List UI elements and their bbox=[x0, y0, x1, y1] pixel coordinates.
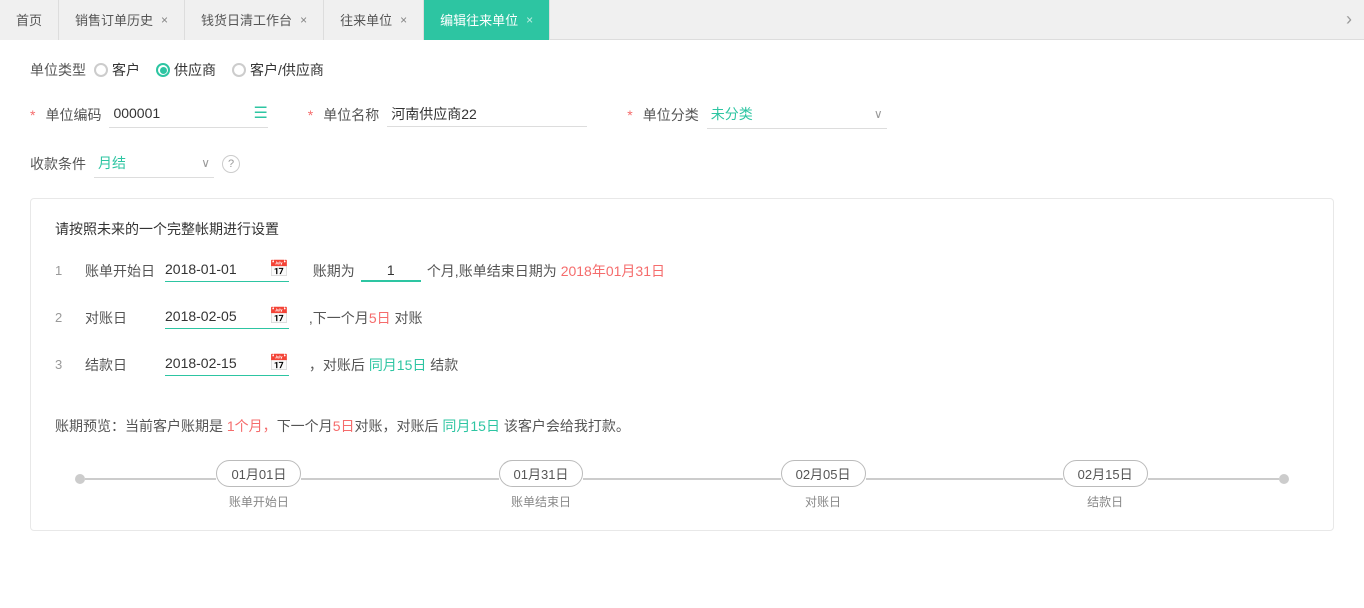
row-2-desc: ,下一个月5日 对账 bbox=[309, 308, 423, 328]
timeline-start-dot bbox=[75, 474, 85, 484]
unit-type-field: 单位类型 客户 供应商 客户/供应商 bbox=[30, 60, 324, 80]
close-edit-partner[interactable]: × bbox=[526, 13, 533, 27]
payment-term-value: 月结 bbox=[98, 153, 201, 173]
unit-name-input[interactable] bbox=[387, 102, 587, 127]
row-3-number: 3 bbox=[55, 357, 85, 372]
preview-text: 账期预览：当前客户账期是 1个月，下一个月5日对账，对账后 同月15日 该客户会… bbox=[55, 416, 1309, 436]
timeline-end-dot bbox=[1279, 474, 1289, 484]
unit-type-row: 单位类型 客户 供应商 客户/供应商 bbox=[30, 60, 1334, 80]
radio-circle-supplier bbox=[156, 63, 170, 77]
row-2-label: 对账日 bbox=[85, 308, 165, 328]
row-1-period-unit: 个月,账单结束日期为 bbox=[427, 261, 557, 281]
close-cashflow[interactable]: × bbox=[300, 13, 307, 27]
tab-sales-history[interactable]: 销售订单历史 × bbox=[59, 0, 185, 40]
unit-code-label: 单位编码 bbox=[45, 105, 101, 125]
row-2-date-wrapper: 📅 bbox=[165, 306, 289, 329]
row-1-calendar-icon[interactable]: 📅 bbox=[269, 259, 289, 279]
tab-more-button[interactable]: › bbox=[1334, 9, 1364, 30]
timeline-date-2: 01月31日 bbox=[499, 460, 584, 487]
unit-code-input-wrapper: ☰ bbox=[109, 101, 267, 128]
timeline-line-4 bbox=[866, 478, 1063, 480]
row-1-date-input[interactable] bbox=[165, 261, 265, 277]
unit-type-label: 单位类型 bbox=[30, 60, 86, 80]
tab-partner[interactable]: 往来单位 × bbox=[324, 0, 424, 40]
radio-both[interactable]: 客户/供应商 bbox=[232, 60, 324, 80]
payment-term-select[interactable]: 月结 ∨ bbox=[94, 149, 214, 178]
radio-circle-both bbox=[232, 63, 246, 77]
unit-category-value: 未分类 bbox=[711, 104, 874, 124]
row-2-number: 2 bbox=[55, 310, 85, 325]
row-3-calendar-icon[interactable]: 📅 bbox=[269, 353, 289, 373]
timeline-line-2 bbox=[301, 478, 498, 480]
row-3-desc: ，对账后 同月15日 结款 bbox=[309, 355, 458, 375]
timeline-label-4: 结款日 bbox=[1087, 493, 1123, 510]
row-2-date-input[interactable] bbox=[165, 308, 265, 324]
radio-both-label: 客户/供应商 bbox=[250, 60, 324, 80]
tab-cashflow[interactable]: 钱货日清工作台 × bbox=[185, 0, 324, 40]
row-1-label: 账单开始日 bbox=[85, 261, 165, 281]
close-sales-history[interactable]: × bbox=[161, 13, 168, 27]
timeline-line-1 bbox=[85, 478, 216, 480]
timeline-date-4: 02月15日 bbox=[1063, 460, 1148, 487]
timeline-node-2: 01月31日 账单结束日 bbox=[499, 460, 584, 510]
row-1-date-wrapper: 📅 bbox=[165, 259, 289, 282]
unit-code-required: * bbox=[30, 107, 35, 123]
timeline-date-1: 01月01日 bbox=[216, 460, 301, 487]
unit-category-field: * 单位分类 未分类 ∨ bbox=[627, 100, 886, 129]
row-1-period-input[interactable] bbox=[361, 260, 421, 282]
row-3-label: 结款日 bbox=[85, 355, 165, 375]
timeline: 01月01日 账单开始日 01月31日 账单结束日 02月05日 对账日 bbox=[55, 460, 1309, 510]
radio-circle-customer bbox=[94, 63, 108, 77]
row-3-date-wrapper: 📅 bbox=[165, 353, 289, 376]
unit-code-input[interactable] bbox=[109, 101, 249, 125]
timeline-label-2: 账单结束日 bbox=[511, 493, 571, 510]
timeline-label-3: 对账日 bbox=[805, 493, 841, 510]
radio-supplier-label: 供应商 bbox=[174, 60, 216, 80]
payment-term-row: 收款条件 月结 ∨ ? bbox=[30, 149, 1334, 178]
tab-bar: 首页 销售订单历史 × 钱货日清工作台 × 往来单位 × 编辑往来单位 × › bbox=[0, 0, 1364, 40]
radio-customer-label: 客户 bbox=[112, 60, 140, 80]
row-1-number: 1 bbox=[55, 263, 85, 278]
unit-name-field: * 单位名称 bbox=[308, 102, 587, 127]
unit-name-label: 单位名称 bbox=[323, 105, 379, 125]
timeline-node-3: 02月05日 对账日 bbox=[781, 460, 866, 510]
timeline-label-1: 账单开始日 bbox=[229, 493, 289, 510]
payment-term-field: 收款条件 月结 ∨ ? bbox=[30, 149, 240, 178]
unit-category-select[interactable]: 未分类 ∨ bbox=[707, 100, 887, 129]
payment-term-help[interactable]: ? bbox=[222, 155, 240, 173]
timeline-date-3: 02月05日 bbox=[781, 460, 866, 487]
timeline-line-3 bbox=[583, 478, 780, 480]
unit-name-required: * bbox=[308, 107, 313, 123]
row-1-end-date: 2018年01月31日 bbox=[561, 261, 665, 281]
settings-row-1: 1 账单开始日 📅 账期为 个月,账单结束日期为 2018年01月31日 bbox=[55, 259, 1309, 282]
tab-edit-partner[interactable]: 编辑往来单位 × bbox=[424, 0, 550, 40]
radio-customer[interactable]: 客户 bbox=[94, 60, 140, 80]
unit-code-icon[interactable]: ☰ bbox=[253, 103, 267, 123]
close-partner[interactable]: × bbox=[400, 13, 407, 27]
row-3-date-input[interactable] bbox=[165, 355, 265, 371]
settings-row-2: 2 对账日 📅 ,下一个月5日 对账 bbox=[55, 306, 1309, 329]
settings-row-3: 3 结款日 📅 ，对账后 同月15日 结款 bbox=[55, 353, 1309, 376]
unit-category-required: * bbox=[627, 107, 632, 123]
unit-code-field: * 单位编码 ☰ bbox=[30, 101, 268, 128]
timeline-node-1: 01月01日 账单开始日 bbox=[216, 460, 301, 510]
unit-type-radio-group: 客户 供应商 客户/供应商 bbox=[94, 60, 324, 80]
radio-supplier[interactable]: 供应商 bbox=[156, 60, 216, 80]
tab-home[interactable]: 首页 bbox=[0, 0, 59, 40]
payment-term-label: 收款条件 bbox=[30, 154, 86, 174]
main-content: 单位类型 客户 供应商 客户/供应商 * 单位编码 bbox=[0, 40, 1364, 608]
row-1-suffix: 账期为 bbox=[309, 261, 355, 281]
preview-section: 账期预览：当前客户账期是 1个月，下一个月5日对账，对账后 同月15日 该客户会… bbox=[55, 400, 1309, 510]
unit-category-arrow: ∨ bbox=[874, 107, 883, 121]
unit-info-row: * 单位编码 ☰ * 单位名称 * 单位分类 未分类 ∨ bbox=[30, 100, 1334, 129]
timeline-node-4: 02月15日 结款日 bbox=[1063, 460, 1148, 510]
unit-category-label: 单位分类 bbox=[643, 105, 699, 125]
settings-title: 请按照未来的一个完整帐期进行设置 bbox=[55, 219, 1309, 239]
payment-term-arrow: ∨ bbox=[201, 156, 210, 170]
timeline-line-5 bbox=[1148, 478, 1279, 480]
settings-box: 请按照未来的一个完整帐期进行设置 1 账单开始日 📅 账期为 个月,账单结束日期… bbox=[30, 198, 1334, 531]
row-2-calendar-icon[interactable]: 📅 bbox=[269, 306, 289, 326]
